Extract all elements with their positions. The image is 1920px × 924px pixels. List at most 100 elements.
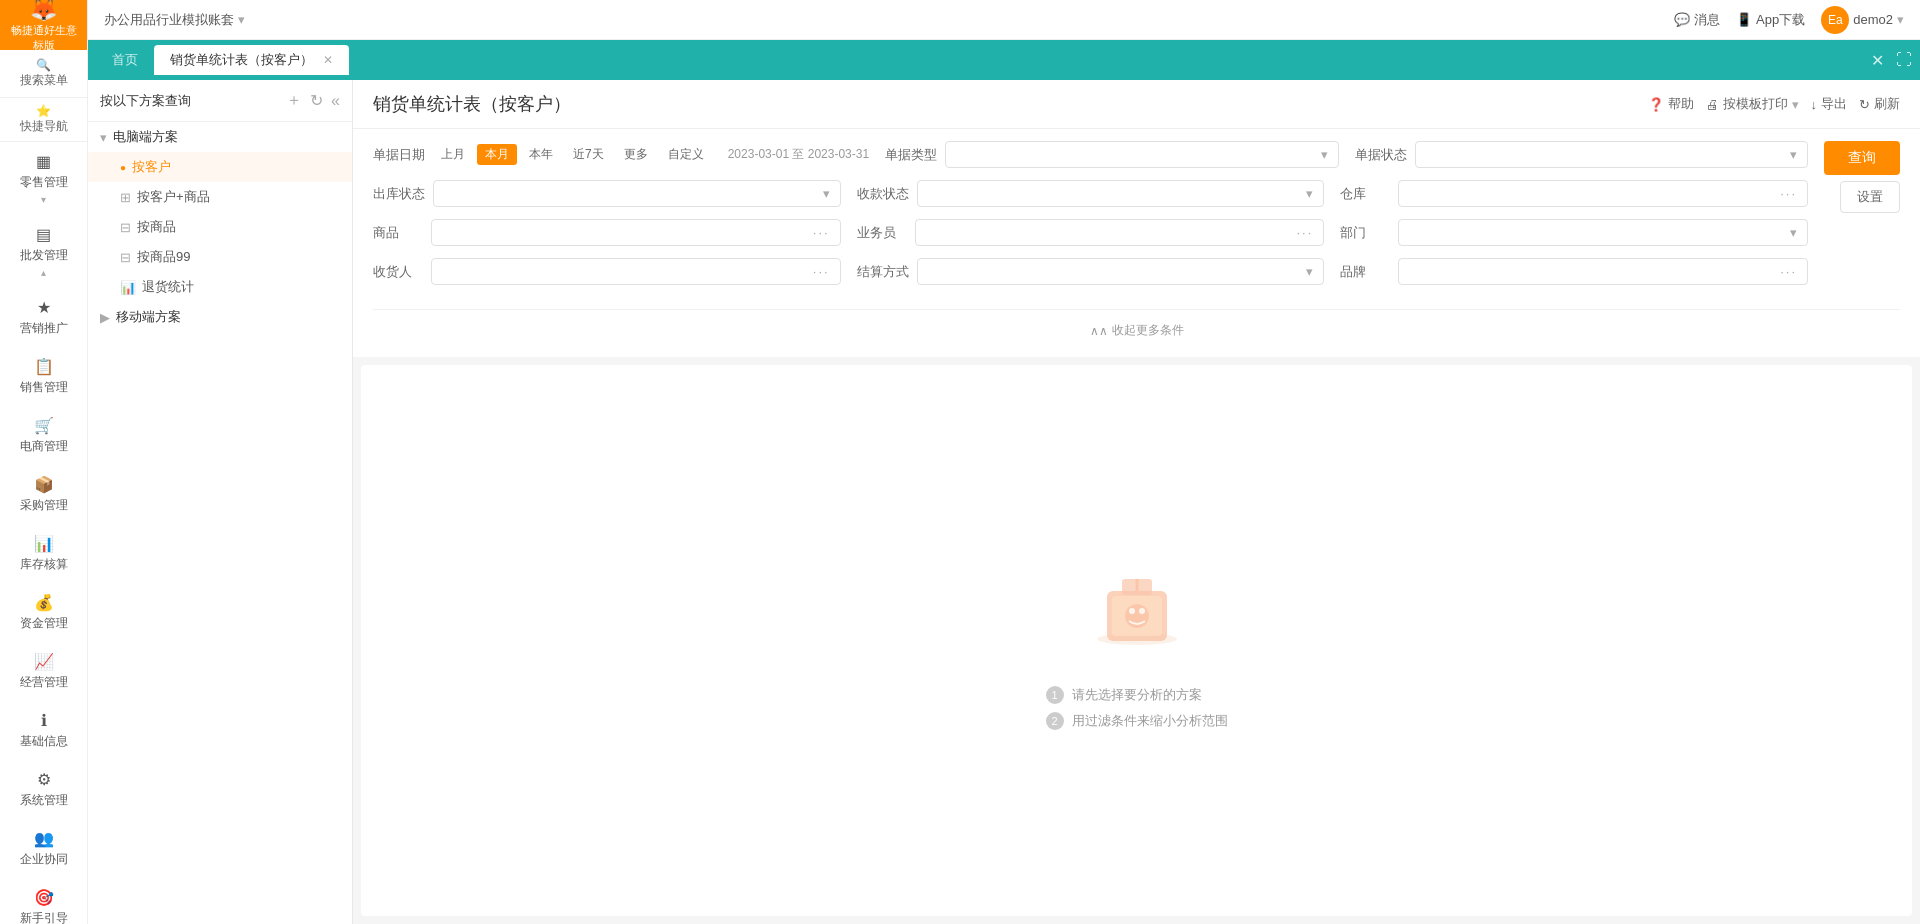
- add-scheme-btn[interactable]: ＋: [286, 90, 302, 111]
- export-btn[interactable]: ↓ 导出: [1811, 95, 1848, 113]
- minimize-icon[interactable]: ✕: [1871, 51, 1884, 70]
- date-tab-7days[interactable]: 近7天: [565, 144, 612, 165]
- date-tab-this-year[interactable]: 本年: [521, 144, 561, 165]
- page-header: 销货单统计表（按客户） ❓ 帮助 🖨 按模板打印 ▾ ↓: [353, 80, 1920, 129]
- left-panel: 按以下方案查询 ＋ ↻ « ▾ 电脑端方案 ● 按客户 ⊞ 按客户+商品: [88, 80, 353, 924]
- inventory-icon: 📊: [34, 534, 54, 553]
- system-icon: ⚙: [37, 770, 51, 789]
- tab-close-btn[interactable]: ✕: [323, 53, 333, 67]
- empty-hints: 1 请先选择要分析的方案 2 用过滤条件来缩小分析范围: [1046, 686, 1228, 730]
- sidebar-item-marketing[interactable]: ★ 营销推广: [0, 288, 87, 347]
- refresh-scheme-btn[interactable]: ↻: [310, 91, 323, 110]
- search-icon: 🔍: [36, 58, 51, 72]
- sidebar-item-ecommerce[interactable]: 🛒 电商管理: [0, 406, 87, 465]
- tree-item-by-customer[interactable]: ● 按客户: [88, 152, 352, 182]
- query-button[interactable]: 查询: [1824, 141, 1900, 175]
- print-dropdown-icon: ▾: [1792, 97, 1799, 112]
- filter-row-2: 出库状态 ▾ 收款状态 ▾: [373, 180, 1808, 207]
- quick-nav[interactable]: ⭐ 快捷导航: [0, 98, 87, 142]
- doc-type-select[interactable]: ▾: [945, 141, 1338, 168]
- sidebar-item-finance-label: 资金管理: [20, 615, 68, 632]
- company-dropdown[interactable]: 办公用品行业模拟账套 ▾: [104, 11, 245, 29]
- tree-item-by-customer-goods[interactable]: ⊞ 按客户+商品: [88, 182, 352, 212]
- filter-fields: 单据日期 上月 本月 本年 近7天 更多 自定义 2023-03-01 至 20…: [373, 141, 1808, 297]
- set-button[interactable]: 设置: [1840, 181, 1900, 213]
- svg-point-5: [1139, 608, 1145, 614]
- maximize-icon[interactable]: ⛶: [1896, 51, 1912, 69]
- sidebar-item-finance[interactable]: 💰 资金管理: [0, 583, 87, 642]
- user-info[interactable]: Ea demo2 ▾: [1821, 6, 1904, 34]
- doc-status-select[interactable]: ▾: [1415, 141, 1808, 168]
- doc-type-label: 单据类型: [885, 146, 937, 164]
- date-tab-custom[interactable]: 自定义: [660, 144, 712, 165]
- sidebar-item-system[interactable]: ⚙ 系统管理: [0, 760, 87, 819]
- staff-select[interactable]: ···: [915, 219, 1325, 246]
- date-tab-more[interactable]: 更多: [616, 144, 656, 165]
- left-panel-actions: ＋ ↻ «: [286, 90, 340, 111]
- base-info-icon: ℹ: [41, 711, 47, 730]
- left-panel-header: 按以下方案查询 ＋ ↻ «: [88, 80, 352, 122]
- empty-hint-1: 1 请先选择要分析的方案: [1046, 686, 1228, 704]
- search-menu[interactable]: 🔍 搜索菜单: [0, 50, 87, 98]
- print-label: 按模板打印: [1723, 95, 1788, 113]
- receiver-label: 收货人: [373, 263, 423, 281]
- topbar-left: 办公用品行业模拟账套 ▾: [104, 11, 245, 29]
- sidebar-item-management[interactable]: 📈 经营管理: [0, 642, 87, 701]
- retail-icon: ▦: [36, 152, 51, 171]
- quick-nav-label: 快捷导航: [20, 119, 68, 133]
- goods-label: 商品: [373, 224, 423, 242]
- dept-chevron: ▾: [1790, 225, 1797, 240]
- tree-section-desktop[interactable]: ▾ 电脑端方案: [88, 122, 352, 152]
- export-icon: ↓: [1811, 97, 1818, 112]
- app-download-btn[interactable]: 📱 App下载: [1736, 11, 1805, 29]
- tree-section-mobile[interactable]: ▶ 移动端方案: [88, 302, 352, 332]
- svg-point-4: [1129, 608, 1135, 614]
- sidebar-item-base-info[interactable]: ℹ 基础信息: [0, 701, 87, 760]
- doc-type-chevron: ▾: [1321, 147, 1328, 162]
- sidebar-item-enterprise[interactable]: 👥 企业协同: [0, 819, 87, 878]
- brand-select[interactable]: ···: [1398, 258, 1808, 285]
- help-btn[interactable]: ❓ 帮助: [1648, 95, 1694, 113]
- payment-select[interactable]: ▾: [917, 258, 1325, 285]
- quick-nav-icon: ⭐: [36, 104, 51, 118]
- collapse-panel-btn[interactable]: «: [331, 92, 340, 110]
- sidebar-item-sales[interactable]: 📋 销售管理: [0, 347, 87, 406]
- collapse-label: 收起更多条件: [1112, 322, 1184, 339]
- goods-select[interactable]: ···: [431, 219, 841, 246]
- by-goods99-label: 按商品99: [137, 248, 190, 266]
- tree-item-by-goods99[interactable]: ⊟ 按商品99: [88, 242, 352, 272]
- dept-group: 部门 ▾: [1340, 219, 1808, 246]
- message-btn[interactable]: 💬 消息: [1674, 11, 1720, 29]
- receiver-select[interactable]: ···: [431, 258, 841, 285]
- date-tab-last-month[interactable]: 上月: [433, 144, 473, 165]
- collapse-conditions-btn[interactable]: ∧∧ 收起更多条件: [373, 316, 1900, 345]
- by-customer-goods-label: 按客户+商品: [137, 188, 210, 206]
- out-status-select[interactable]: ▾: [433, 180, 841, 207]
- sidebar-item-wholesale[interactable]: ▤ 批发管理 ▴: [0, 215, 87, 288]
- collapse-bar: ∧∧ 收起更多条件: [373, 309, 1900, 345]
- tab-home[interactable]: 首页: [96, 45, 154, 75]
- tree-item-return-stats[interactable]: 📊 退货统计: [88, 272, 352, 302]
- wholesale-icon: ▤: [36, 225, 51, 244]
- tree-section-mobile-label: 移动端方案: [116, 308, 181, 326]
- goods99-icon: ⊟: [120, 250, 131, 265]
- sidebar-item-inventory[interactable]: 📊 库存核算: [0, 524, 87, 583]
- dept-label: 部门: [1340, 224, 1390, 242]
- empty-state: 1 请先选择要分析的方案 2 用过滤条件来缩小分析范围: [361, 365, 1912, 916]
- receipt-status-select[interactable]: ▾: [917, 180, 1325, 207]
- sidebar-item-retail[interactable]: ▦ 零售管理 ▾: [0, 142, 87, 215]
- tree-item-by-goods[interactable]: ⊟ 按商品: [88, 212, 352, 242]
- dept-select[interactable]: ▾: [1398, 219, 1808, 246]
- tab-home-label: 首页: [112, 52, 138, 67]
- tab-controls: ✕ ⛶: [1871, 51, 1912, 70]
- sidebar-item-purchase[interactable]: 📦 采购管理: [0, 465, 87, 524]
- sidebar-item-guide[interactable]: 🎯 新手引导: [0, 878, 87, 924]
- refresh-btn[interactable]: ↻ 刷新: [1859, 95, 1900, 113]
- refresh-label: 刷新: [1874, 95, 1900, 113]
- date-tab-current-month[interactable]: 本月: [477, 144, 517, 165]
- query-btn-group: 查询 设置: [1824, 141, 1900, 213]
- management-icon: 📈: [34, 652, 54, 671]
- tab-sales-stats[interactable]: 销货单统计表（按客户） ✕: [154, 45, 349, 75]
- warehouse-select[interactable]: ···: [1398, 180, 1808, 207]
- print-btn[interactable]: 🖨 按模板打印 ▾: [1706, 95, 1799, 113]
